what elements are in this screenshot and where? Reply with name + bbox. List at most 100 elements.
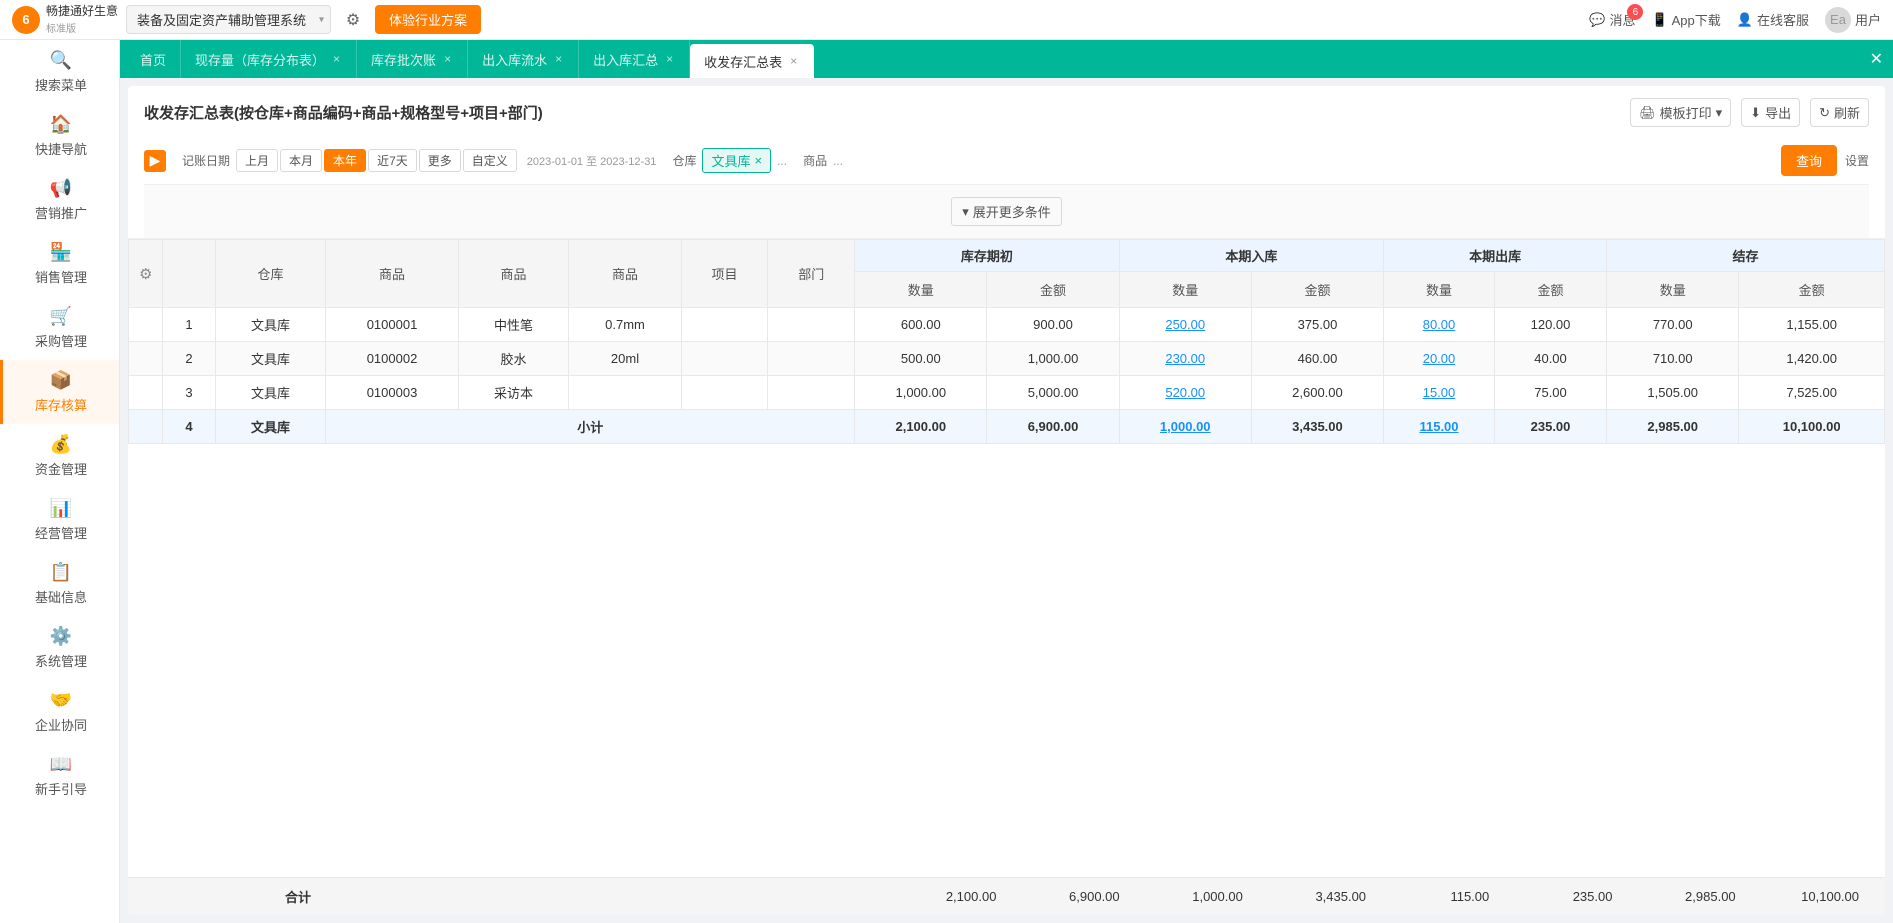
row-warehouse-0: 文具库 [215, 308, 326, 342]
sidebar-item-purchase[interactable]: 🛒 采购管理 [0, 296, 119, 360]
row-balance-amt-1: 1,420.00 [1739, 342, 1885, 376]
content-area: 首页 现存量（库存分布表） × 库存批次账 × 出入库流水 × 出入库汇总 × … [120, 40, 1893, 923]
th-balance-group: 结存 [1607, 240, 1885, 272]
sidebar-item-basic-info[interactable]: 📋 基础信息 [0, 552, 119, 616]
basic-info-icon: 📋 [50, 562, 72, 583]
app-download-action[interactable]: 📱 App下载 [1651, 10, 1720, 29]
date-filter-group: 记账日期 上月 本月 本年 近7天 更多 自定义 2023-01-01 至 20… [182, 149, 656, 172]
row-in-qty-0[interactable]: 250.00 [1119, 308, 1251, 342]
sidebar: 🔍 搜索菜单 🏠 快捷导航 📢 营销推广 🏪 销售管理 🛒 采购管理 📦 库存核… [0, 40, 120, 923]
date-btn-this-month[interactable]: 本月 [280, 149, 322, 172]
sidebar-item-quick-nav[interactable]: 🏠 快捷导航 [0, 104, 119, 168]
subtotal-opening-qty: 2,100.00 [855, 410, 987, 444]
query-btn[interactable]: 查询 [1781, 145, 1837, 176]
gear-icon[interactable]: ⚙ [139, 266, 152, 283]
tab-bar-close[interactable]: ✕ [1870, 49, 1883, 69]
date-btn-last-month[interactable]: 上月 [236, 149, 278, 172]
row-warehouse-1: 文具库 [215, 342, 326, 376]
row-in-qty-2[interactable]: 520.00 [1119, 376, 1251, 410]
row-out-amt-1: 40.00 [1494, 342, 1606, 376]
tab-in-out-flow[interactable]: 出入库流水 × [468, 40, 579, 78]
goods-label: 商品 [803, 152, 827, 169]
subtotal-label: 小计 [326, 410, 855, 444]
tab-home[interactable]: 首页 [126, 40, 181, 78]
row-out-qty-1[interactable]: 20.00 [1384, 342, 1495, 376]
row-opening-amt-2: 5,000.00 [987, 376, 1119, 410]
row-warehouse-2: 文具库 [215, 376, 326, 410]
logo-text-block: 畅捷通好生意 标准版 [46, 4, 118, 35]
row-goods-spec-0: 0.7mm [569, 308, 681, 342]
settings-icon[interactable]: ⚙ [339, 6, 367, 34]
date-btn-more[interactable]: 更多 [419, 149, 461, 172]
warehouse-tag-close[interactable]: × [754, 153, 762, 168]
page-content: 收发存汇总表(按仓库+商品编码+商品+规格型号+项目+部门) 🖨 模板打印 ▾ … [128, 86, 1885, 915]
tab-batch-account[interactable]: 库存批次账 × [357, 40, 468, 78]
guide-icon: 📖 [50, 754, 72, 775]
sidebar-item-system[interactable]: ⚙️ 系统管理 [0, 616, 119, 680]
messages-action[interactable]: 💬 消息 6 [1589, 10, 1635, 29]
sidebar-item-sales[interactable]: 🏪 销售管理 [0, 232, 119, 296]
main-table: ⚙ 仓库 商品 商品 [128, 239, 1885, 444]
row-out-qty-2[interactable]: 15.00 [1384, 376, 1495, 410]
settings-link[interactable]: 设置 [1845, 152, 1869, 169]
app-download-label: App下载 [1672, 10, 1721, 29]
totals-opening-qty: 2,100.00 [883, 880, 1006, 913]
export-btn[interactable]: ⬇ 导出 [1741, 98, 1800, 127]
service-icon: 👤 [1737, 12, 1753, 28]
sidebar-item-inventory[interactable]: 📦 库存核算 [0, 360, 119, 424]
sidebar-item-guide[interactable]: 📖 新手引导 [0, 744, 119, 808]
row-out-qty-0[interactable]: 80.00 [1384, 308, 1495, 342]
system-title[interactable]: 装备及固定资产辅助管理系统 [126, 5, 331, 34]
sidebar-label-inventory: 库存核算 [35, 395, 87, 414]
messages-badge: 6 [1627, 4, 1643, 20]
online-service-action[interactable]: 👤 在线客服 [1737, 10, 1809, 29]
date-btn-this-year[interactable]: 本年 [324, 149, 366, 172]
th-goods-spec: 商品 [569, 240, 681, 308]
subtotal-balance-qty: 2,985.00 [1607, 410, 1739, 444]
totals-balance-qty: 2,985.00 [1622, 880, 1745, 913]
sidebar-label-operations: 经营管理 [35, 523, 87, 542]
row-index-1: 2 [163, 342, 215, 376]
row-balance-qty-0: 770.00 [1607, 308, 1739, 342]
phone-icon: 📱 [1651, 12, 1667, 28]
sidebar-item-operations[interactable]: 📊 经营管理 [0, 488, 119, 552]
tab-batch-account-close[interactable]: × [442, 52, 453, 66]
sidebar-label-sales: 销售管理 [35, 267, 87, 286]
goods-more[interactable]: ... [833, 154, 843, 168]
tab-stock-dist[interactable]: 现存量（库存分布表） × [181, 40, 357, 78]
sidebar-item-finance[interactable]: 💰 资金管理 [0, 424, 119, 488]
date-btn-custom[interactable]: 自定义 [463, 149, 517, 172]
row-in-amt-2: 2,600.00 [1251, 376, 1383, 410]
th-warehouse: 仓库 [215, 240, 326, 308]
sidebar-label-marketing: 营销推广 [35, 203, 87, 222]
user-action[interactable]: Ea 用户 [1825, 7, 1881, 33]
tab-recv-send-summary[interactable]: 收发存汇总表 × [690, 44, 814, 78]
tab-in-out-flow-close[interactable]: × [553, 52, 564, 66]
tab-recv-send-close[interactable]: × [788, 54, 799, 68]
th-index [163, 240, 215, 308]
chevron-down-icon: ▾ [1716, 105, 1723, 121]
tab-in-out-summary-close[interactable]: × [664, 52, 675, 66]
row-in-qty-1[interactable]: 230.00 [1119, 342, 1251, 376]
subtotal-out-amt: 235.00 [1494, 410, 1606, 444]
row-goods-name-2: 采访本 [458, 376, 569, 410]
tab-stock-dist-close[interactable]: × [331, 52, 342, 66]
experience-btn[interactable]: 体验行业方案 [375, 5, 481, 34]
date-range-text: 2023-01-01 至 2023-12-31 [527, 153, 657, 169]
expand-btn[interactable]: ▾ 展开更多条件 [951, 197, 1062, 226]
sidebar-item-marketing[interactable]: 📢 营销推广 [0, 168, 119, 232]
th-opening-qty: 数量 [855, 272, 987, 308]
subtotal-out-qty[interactable]: 115.00 [1384, 410, 1495, 444]
refresh-btn[interactable]: ↻ 刷新 [1810, 98, 1869, 127]
date-btn-7days[interactable]: 近7天 [368, 149, 417, 172]
subtotal-in-qty[interactable]: 1,000.00 [1119, 410, 1251, 444]
filter-toggle-btn[interactable]: ▶ [144, 150, 166, 172]
subtotal-row: 4 文具库 小计 2,100.00 6,900.00 1,000.00 3,43… [129, 410, 1885, 444]
tab-in-out-summary[interactable]: 出入库汇总 × [579, 40, 690, 78]
print-btn[interactable]: 🖨 模板打印 ▾ [1630, 98, 1731, 127]
sidebar-item-enterprise[interactable]: 🤝 企业协同 [0, 680, 119, 744]
warehouse-more[interactable]: ... [777, 154, 787, 168]
expand-row: ▾ 展开更多条件 [144, 184, 1869, 238]
sidebar-item-search[interactable]: 🔍 搜索菜单 [0, 40, 119, 104]
th-goods-name: 商品 [458, 240, 569, 308]
